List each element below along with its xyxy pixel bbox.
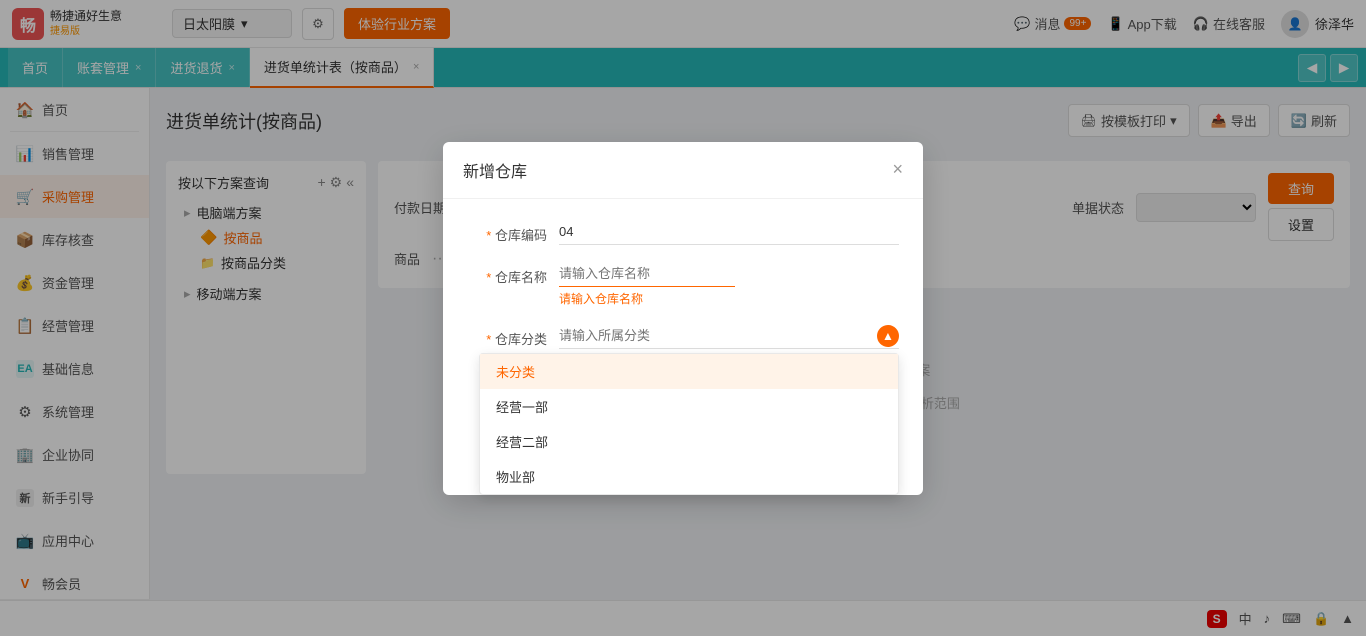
form-row-code: * 仓库编码: [467, 219, 899, 245]
add-warehouse-dialog: 新增仓库 × * 仓库编码 * 仓库名称 请输入仓库名称: [443, 142, 923, 495]
dialog-header: 新增仓库 ×: [443, 142, 923, 199]
name-input[interactable]: [559, 261, 735, 287]
category-input[interactable]: [559, 323, 899, 349]
category-input-wrap: ▲ 未分类 经营一部 经营二部 物业部: [559, 323, 899, 349]
form-row-name: * 仓库名称 请输入仓库名称: [467, 261, 899, 307]
name-field-wrap: 请输入仓库名称: [559, 261, 899, 307]
dropdown-item-none[interactable]: 未分类: [480, 354, 898, 389]
dropdown-item-dept2[interactable]: 经营二部: [480, 424, 898, 459]
category-dropdown: 未分类 经营一部 经营二部 物业部: [479, 353, 899, 495]
category-chevron-icon[interactable]: ▲: [877, 325, 899, 347]
required-icon-category: *: [486, 332, 491, 347]
name-label: * 仓库名称: [467, 261, 547, 286]
dialog-title: 新增仓库: [463, 158, 527, 182]
code-label: * 仓库编码: [467, 219, 547, 244]
dropdown-item-dept3[interactable]: 物业部: [480, 459, 898, 494]
form-row-category: * 仓库分类 ▲ 未分类 经营一部 经营二部 物业部: [467, 323, 899, 349]
required-icon-name: *: [486, 270, 491, 285]
dropdown-item-dept1[interactable]: 经营一部: [480, 389, 898, 424]
dialog-close-button[interactable]: ×: [892, 159, 903, 180]
name-error-msg: 请输入仓库名称: [559, 290, 899, 307]
modal-overlay[interactable]: 新增仓库 × * 仓库编码 * 仓库名称 请输入仓库名称: [0, 0, 1366, 636]
required-icon-code: *: [486, 228, 491, 243]
code-input[interactable]: [559, 219, 899, 245]
category-label: * 仓库分类: [467, 323, 547, 348]
dialog-body: * 仓库编码 * 仓库名称 请输入仓库名称 *: [443, 199, 923, 427]
